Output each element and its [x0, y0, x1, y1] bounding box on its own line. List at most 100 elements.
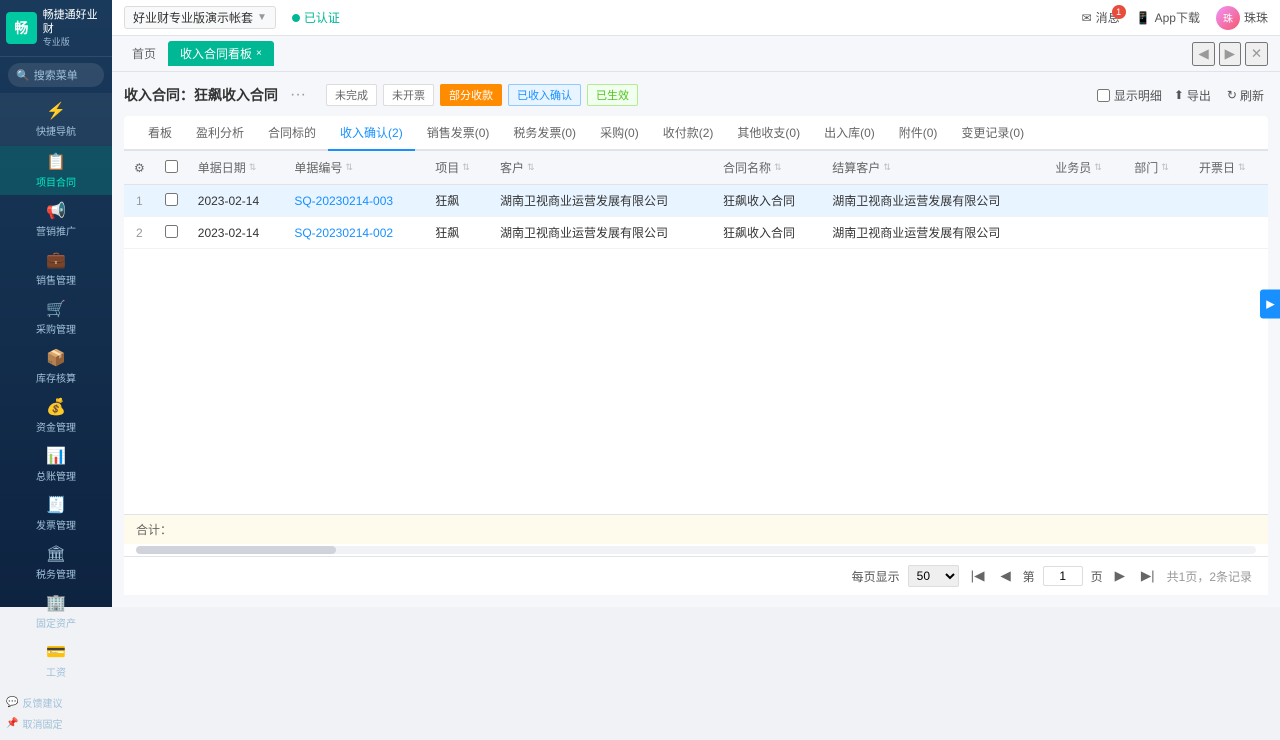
sidebar-item-salary[interactable]: 💳 工资 [0, 636, 112, 685]
show-detail-checkbox-label[interactable]: 显示明细 [1097, 87, 1162, 104]
settlement-customer-column-header: 结算客户⇅ [822, 151, 1045, 185]
sidebar-item-invoice[interactable]: 🧾 发票管理 [0, 489, 112, 538]
sidebar-item-ledger[interactable]: 📊 总账管理 [0, 440, 112, 489]
user-profile[interactable]: 珠 珠珠 [1216, 6, 1268, 30]
contract-more-button[interactable]: ··· [290, 86, 306, 104]
scrollbar-thumb[interactable] [136, 546, 336, 554]
sub-tab-profit[interactable]: 盈利分析 [184, 116, 256, 151]
row-checkbox-2[interactable] [155, 217, 188, 249]
department-column-header: 部门⇅ [1124, 151, 1189, 185]
sub-tab-revenue-confirm[interactable]: 收入确认(2) [328, 116, 415, 151]
export-icon: ⬆ [1174, 88, 1184, 102]
page-label-pre: 第 [1023, 568, 1035, 585]
invoicedate-sort-icon[interactable]: ⇅ [1238, 162, 1246, 173]
verified-badge: 已认证 [292, 9, 340, 26]
customer-sort-icon[interactable]: ⇅ [527, 162, 535, 173]
search-icon: 🔍 [16, 69, 30, 82]
table-wrapper: ⚙ 单据日期⇅ 单据编号⇅ 项目⇅ 客户⇅ 合同名称⇅ 结算客户⇅ 业务员⇅ 部… [124, 151, 1268, 514]
row-settlement-customer-1: 湖南卫视商业运营发展有限公司 [822, 185, 1045, 217]
status-effective[interactable]: 已生效 [587, 84, 638, 106]
sidebar-item-project-contract[interactable]: 📋 项目合同 [0, 146, 112, 195]
status-uninvoiced[interactable]: 未开票 [383, 84, 434, 106]
status-badges: 未完成 未开票 部分收款 已收入确认 已生效 [326, 84, 638, 106]
checkbox-column-header[interactable] [155, 151, 188, 185]
project-sort-icon[interactable]: ⇅ [462, 162, 470, 173]
sidebar-item-marketing[interactable]: 📢 营销推广 [0, 195, 112, 244]
page-first-button[interactable]: |◀ [967, 566, 989, 586]
status-partial-payment[interactable]: 部分收款 [440, 84, 502, 106]
refresh-button[interactable]: ↻ 刷新 [1223, 85, 1268, 106]
horizontal-scrollbar[interactable] [124, 544, 1268, 556]
contractname-sort-icon[interactable]: ⇅ [774, 162, 782, 173]
row-billno-2[interactable]: SQ-20230214-002 [284, 217, 425, 249]
row-num-2: 2 [124, 217, 155, 249]
page-last-button[interactable]: ▶| [1137, 566, 1159, 586]
row-department-2 [1124, 217, 1189, 249]
tab-next-button[interactable]: ▶ [1219, 42, 1241, 66]
salesperson-sort-icon[interactable]: ⇅ [1094, 162, 1102, 173]
verified-dot-icon [292, 14, 300, 22]
content-area: 收入合同：狂飙收入合同 ··· 未完成 未开票 部分收款 已收入确认 已生效 显… [112, 72, 1280, 607]
sub-tab-tax-invoice[interactable]: 税务发票(0) [501, 116, 588, 151]
sidebar-bottom-feedback[interactable]: 💬 反馈建议 [6, 692, 106, 713]
sub-tab-contract-items[interactable]: 合同标的 [256, 116, 328, 151]
sidebar-bottom-unpin[interactable]: 📌 取消固定 [6, 713, 106, 734]
sub-tab-changes[interactable]: 变更记录(0) [949, 116, 1036, 151]
page-prev-button[interactable]: ◀ [996, 566, 1014, 586]
marketing-icon: 📢 [46, 201, 66, 221]
table-row[interactable]: 2 2023-02-14 SQ-20230214-002 狂飙 湖南卫视商业运营… [124, 217, 1268, 249]
tab-close-all-button[interactable]: ✕ [1245, 42, 1268, 66]
search-menu-button[interactable]: 🔍 搜索菜单 [8, 63, 104, 87]
page-size-select[interactable]: 50 100 200 [908, 565, 959, 587]
export-button[interactable]: ⬆ 导出 [1170, 85, 1215, 106]
tab-prev-button[interactable]: ◀ [1192, 42, 1214, 66]
tab-close-button[interactable]: × [256, 48, 262, 59]
sidebar-item-purchase[interactable]: 🛒 采购管理 [0, 293, 112, 342]
contract-name-column-header: 合同名称⇅ [713, 151, 822, 185]
sub-tab-board[interactable]: 看板 [136, 116, 184, 151]
settings-column-header[interactable]: ⚙ [124, 151, 155, 185]
sub-tab-purchase[interactable]: 采购(0) [588, 116, 651, 151]
inventory-icon: 📦 [46, 348, 66, 368]
page-input[interactable]: 1 [1043, 566, 1083, 586]
billno-sort-icon[interactable]: ⇅ [345, 162, 353, 173]
sidebar-bottom: 💬 反馈建议 📌 取消固定 [0, 685, 112, 740]
row-num-1: 1 [124, 185, 155, 217]
right-sticky-panel[interactable]: ▶ [1260, 289, 1280, 318]
row-salesperson-1 [1045, 185, 1124, 217]
tax-icon: 🏛 [46, 544, 66, 564]
sub-tab-other[interactable]: 其他收支(0) [725, 116, 812, 151]
status-revenue-confirmed[interactable]: 已收入确认 [508, 84, 581, 106]
sub-tab-attachments[interactable]: 附件(0) [887, 116, 950, 151]
row-billno-1[interactable]: SQ-20230214-003 [284, 185, 425, 217]
sub-tab-payment[interactable]: 收付款(2) [651, 116, 726, 151]
quick-nav-item[interactable]: ⚡ 快捷导航 [0, 93, 112, 146]
date-sort-icon[interactable]: ⇅ [249, 162, 257, 173]
sub-tab-warehouse[interactable]: 出入库(0) [812, 116, 887, 151]
app-download-button[interactable]: 📱 App下载 [1136, 9, 1200, 26]
message-button[interactable]: ✉ 1 消息 [1082, 9, 1120, 26]
row-date-2: 2023-02-14 [188, 217, 285, 249]
table-row[interactable]: 1 2023-02-14 SQ-20230214-003 狂飙 湖南卫视商业运营… [124, 185, 1268, 217]
department-sort-icon[interactable]: ⇅ [1161, 162, 1169, 173]
sub-tab-sales-invoice[interactable]: 销售发票(0) [415, 116, 502, 151]
sidebar-item-tax[interactable]: 🏛 税务管理 [0, 538, 112, 587]
show-detail-checkbox[interactable] [1097, 89, 1110, 102]
select-all-checkbox[interactable] [165, 160, 178, 173]
sidebar-item-finance[interactable]: 💰 资金管理 [0, 391, 112, 440]
company-selector[interactable]: 好业财专业版演示帐套 ▼ [124, 6, 276, 29]
home-tab[interactable]: 首页 [124, 45, 164, 62]
sidebar-item-inventory[interactable]: 📦 库存核算 [0, 342, 112, 391]
status-incomplete[interactable]: 未完成 [326, 84, 377, 106]
pin-icon: 📌 [6, 718, 18, 729]
active-tab[interactable]: 收入合同看板 × [168, 41, 274, 66]
finance-icon: 💰 [46, 397, 66, 417]
sidebar-item-fixed-assets[interactable]: 🏢 固定资产 [0, 587, 112, 636]
page-next-button[interactable]: ▶ [1111, 566, 1129, 586]
settlementcust-sort-icon[interactable]: ⇅ [883, 162, 891, 173]
sidebar-item-sales[interactable]: 💼 销售管理 [0, 244, 112, 293]
sidebar-item-quick-nav[interactable]: ⚡ 快捷导航 [0, 95, 112, 144]
sidebar-search-area: 🔍 搜索菜单 [0, 57, 112, 93]
row-checkbox-1[interactable] [155, 185, 188, 217]
user-avatar: 珠 [1216, 6, 1240, 30]
